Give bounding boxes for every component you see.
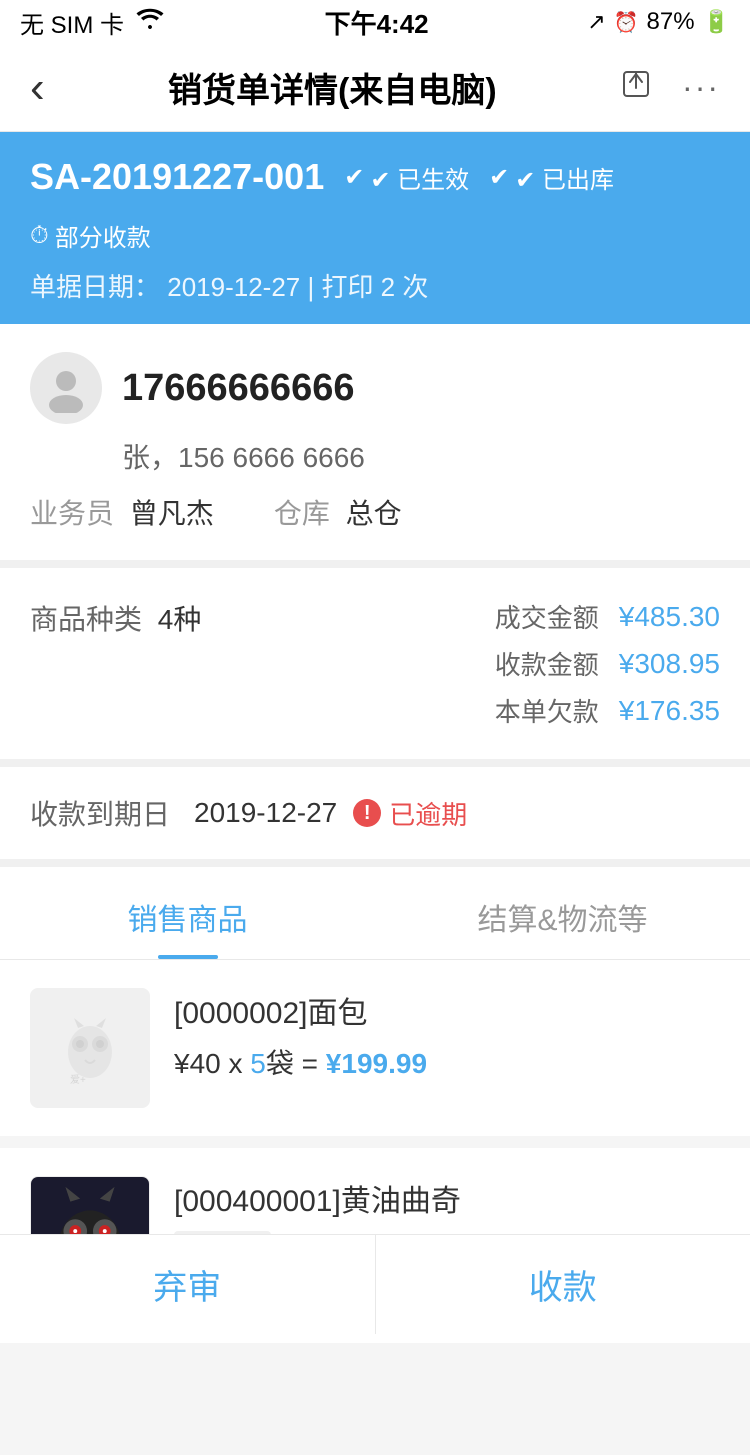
sales-meta: 业务员 曾凡杰 (30, 492, 214, 532)
location-icon: ↗ (587, 9, 605, 35)
receipt-label: 收款金额 (495, 645, 599, 682)
carrier-text: 无 SIM 卡 (20, 5, 124, 40)
type-label: 商品种类 (30, 604, 142, 635)
cancel-review-button[interactable]: 弃审 (0, 1235, 375, 1334)
deal-amount: ¥485.30 (619, 601, 720, 633)
order-banner: SA-20191227-001 ✔ ✔ 已生效 ✔ ✔ 已出库 ⏱ 部分收款 单… (0, 132, 750, 324)
battery-text: 87% (647, 8, 695, 36)
share-button[interactable] (620, 68, 652, 107)
order-date-value: 2019-12-27 (167, 272, 300, 302)
tab-products-label: 销售商品 (128, 904, 248, 937)
type-count: 4种 (158, 604, 202, 635)
status-time: 下午4:42 (325, 4, 429, 41)
summary-section: 商品种类 4种 成交金额 ¥485.30 收款金额 ¥308.95 本单欠款 ¥… (0, 568, 750, 767)
overdue-dot-icon: ! (353, 799, 381, 827)
collect-button[interactable]: 收款 (375, 1235, 750, 1334)
badge-shipped: ✔ ✔ 已出库 (489, 160, 614, 195)
more-button[interactable]: ··· (682, 69, 720, 106)
product-code-2: [000400001] (174, 1185, 341, 1218)
order-date-row: 单据日期： 2019-12-27 | 打印 2 次 (30, 267, 720, 304)
due-section: 收款到期日 2019-12-27 ! 已逾期 (0, 767, 750, 867)
status-right: ↗ ⏰ 87% 🔋 (587, 8, 730, 36)
summary-right: 成交金额 ¥485.30 收款金额 ¥308.95 本单欠款 ¥176.35 (495, 598, 720, 729)
customer-top: 17666666666 (30, 352, 720, 424)
print-info: | 打印 2 次 (307, 272, 428, 302)
check-icon-1: ✔ (344, 163, 364, 192)
product-image-1: 爱+ (30, 988, 150, 1108)
collect-label: 收款 (529, 1260, 597, 1309)
warehouse-label: 仓库 (274, 498, 330, 529)
debt-label: 本单欠款 (495, 692, 599, 729)
due-label: 收款到期日 (30, 793, 170, 833)
svg-text:爱+: 爱+ (70, 1073, 86, 1086)
wifi-icon (134, 7, 166, 38)
deal-row: 成交金额 ¥485.30 (495, 598, 720, 635)
overdue-badge: ! 已逾期 (353, 795, 467, 832)
avatar (30, 352, 102, 424)
page-title: 销货单详情(来自电脑) (168, 63, 497, 112)
debt-row: 本单欠款 ¥176.35 (495, 692, 720, 729)
back-button[interactable]: ‹ (30, 63, 45, 113)
alarm-icon: ⏰ (614, 10, 639, 35)
cancel-review-label: 弃审 (153, 1260, 221, 1309)
debt-amount: ¥176.35 (619, 695, 720, 727)
receipt-amount: ¥308.95 (619, 648, 720, 680)
deal-label: 成交金额 (495, 598, 599, 635)
check-icon-2: ✔ (489, 163, 509, 192)
customer-meta: 业务员 曾凡杰 仓库 总仓 (30, 492, 720, 532)
order-id-row: SA-20191227-001 ✔ ✔ 已生效 ✔ ✔ 已出库 ⏱ 部分收款 (30, 156, 720, 253)
product-name-2: [000400001]黄油曲奇 (174, 1176, 720, 1220)
due-date-value: 2019-12-27 (194, 797, 337, 829)
tab-settlement-label: 结算&物流等 (477, 904, 647, 937)
summary-left: 商品种类 4种 (30, 598, 201, 638)
sales-label: 业务员 (30, 498, 114, 529)
warehouse-value: 总仓 (346, 498, 402, 529)
customer-info: 张，156 6666 6666 (122, 436, 720, 476)
badge-partial: ⏱ 部分收款 (30, 218, 151, 253)
status-left: 无 SIM 卡 (20, 5, 166, 40)
tabs: 销售商品 结算&物流等 (0, 867, 750, 960)
nav-bar: ‹ 销货单详情(来自电脑) ··· (0, 44, 750, 132)
nav-icons: ··· (620, 68, 720, 107)
qty-value-1: 5 (250, 1048, 266, 1079)
tab-products[interactable]: 销售商品 (0, 867, 375, 959)
bottom-bar: 弃审 收款 (0, 1234, 750, 1334)
battery-icon: 🔋 (703, 9, 730, 35)
receipt-row: 收款金额 ¥308.95 (495, 645, 720, 682)
list-item: 爱+ [0000002]面包 ¥40 x 5袋 = ¥199.99 (0, 960, 750, 1136)
price-value-1: ¥40 (174, 1048, 221, 1079)
sales-value: 曾凡杰 (130, 498, 214, 529)
customer-phone: 17666666666 (122, 367, 354, 410)
customer-card: 17666666666 张，156 6666 6666 业务员 曾凡杰 仓库 总… (0, 324, 750, 568)
overdue-text: 已逾期 (389, 795, 467, 832)
badge-effective: ✔ ✔ 已生效 (344, 160, 469, 195)
product-price-1: ¥40 x 5袋 = ¥199.99 (174, 1042, 720, 1082)
tab-settlement[interactable]: 结算&物流等 (375, 867, 750, 959)
total-value-1: ¥199.99 (326, 1048, 427, 1079)
status-bar: 无 SIM 卡 下午4:42 ↗ ⏰ 87% 🔋 (0, 0, 750, 44)
product-details-1: [0000002]面包 ¥40 x 5袋 = ¥199.99 (174, 988, 720, 1082)
product-code-1: [0000002] (174, 997, 307, 1030)
clock-icon: ⏱ (30, 222, 49, 250)
product-name-1: [0000002]面包 (174, 988, 720, 1032)
date-label: 单据日期： (30, 272, 160, 302)
order-id: SA-20191227-001 (30, 156, 324, 198)
warehouse-meta: 仓库 总仓 (274, 492, 402, 532)
